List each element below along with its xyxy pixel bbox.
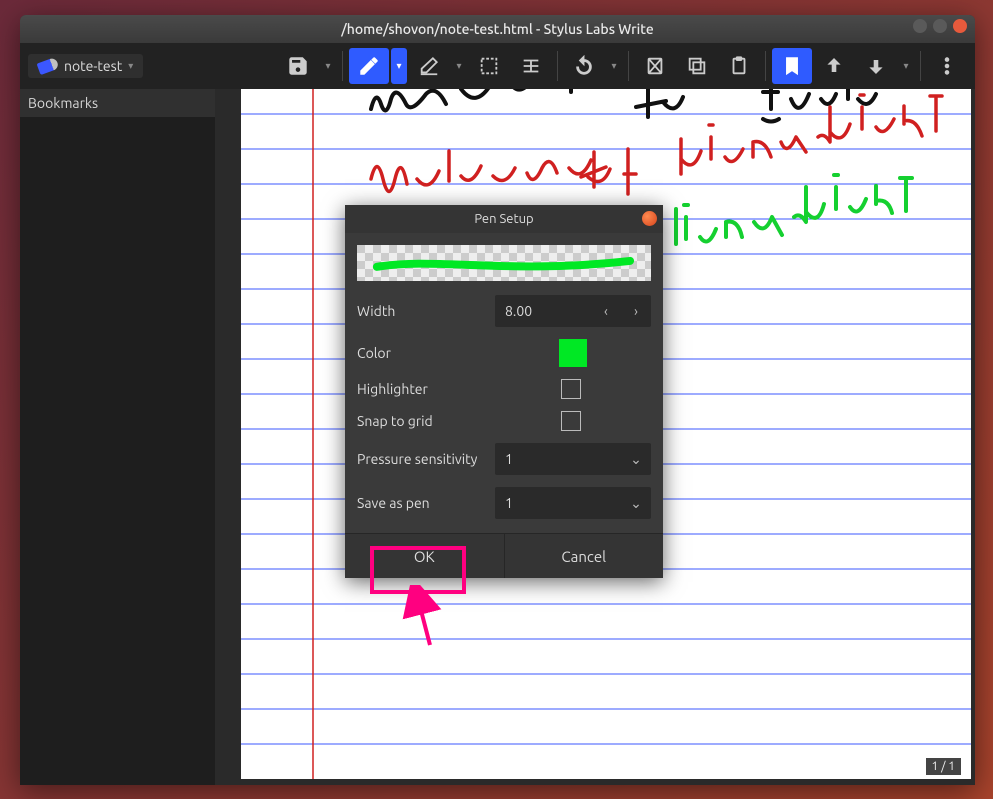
sidebar-resize-handle[interactable]	[215, 89, 239, 785]
paste-button[interactable]	[719, 48, 759, 84]
dialog-titlebar[interactable]: Pen Setup	[345, 205, 663, 233]
saveas-label: Save as pen	[357, 495, 485, 511]
up-button[interactable]	[814, 48, 854, 84]
pen-preview	[357, 245, 651, 281]
snap-label: Snap to grid	[357, 413, 551, 429]
color-swatch[interactable]	[559, 339, 587, 367]
down-dropdown[interactable]: ▾	[898, 48, 914, 84]
document-name: note-test	[64, 58, 122, 74]
menu-button[interactable]	[927, 48, 967, 84]
undo-button[interactable]	[564, 48, 604, 84]
save-button[interactable]	[278, 48, 318, 84]
window-title: /home/shovon/note-test.html - Stylus Lab…	[341, 21, 654, 37]
close-icon[interactable]	[953, 19, 967, 33]
bookmark-button[interactable]	[772, 48, 812, 84]
select-tool-button[interactable]	[469, 48, 509, 84]
pressure-select[interactable]: 1 ⌄	[495, 443, 651, 475]
ok-button[interactable]: OK	[345, 534, 504, 578]
saveas-value: 1	[495, 495, 621, 511]
sidebar-header: Bookmarks	[20, 89, 215, 117]
width-decrement[interactable]: ‹	[591, 303, 621, 319]
dialog-title: Pen Setup	[474, 212, 533, 226]
eraser-dropdown[interactable]: ▾	[451, 48, 467, 84]
chevron-down-icon: ⌄	[621, 451, 651, 468]
chevron-down-icon: ⌄	[621, 495, 651, 512]
cancel-button[interactable]: Cancel	[504, 534, 664, 578]
dialog-close-icon[interactable]	[642, 211, 657, 226]
toolbar: note-test ▾ ▾ ▾ ▾ ▾	[20, 43, 975, 89]
width-value: 8.00	[495, 303, 591, 319]
save-dropdown[interactable]: ▾	[320, 48, 336, 84]
highlighter-checkbox[interactable]	[561, 379, 581, 399]
pen-dropdown[interactable]: ▾	[391, 48, 407, 84]
width-increment[interactable]: ›	[621, 303, 651, 319]
pen-icon	[37, 57, 60, 75]
highlighter-label: Highlighter	[357, 381, 551, 397]
cut-button[interactable]	[635, 48, 675, 84]
redo-dropdown[interactable]: ▾	[606, 48, 622, 84]
dropdown-icon: ▾	[128, 60, 133, 72]
width-label: Width	[357, 303, 485, 319]
page-indicator: 1 / 1	[926, 758, 961, 775]
copy-button[interactable]	[677, 48, 717, 84]
titlebar[interactable]: /home/shovon/note-test.html - Stylus Lab…	[20, 15, 975, 43]
pen-tool-button[interactable]	[349, 48, 389, 84]
insert-space-button[interactable]	[511, 48, 551, 84]
snap-checkbox[interactable]	[561, 411, 581, 431]
sidebar: Bookmarks	[20, 89, 215, 785]
color-label: Color	[357, 345, 549, 361]
width-input[interactable]: 8.00 ‹ ›	[495, 295, 651, 327]
eraser-button[interactable]	[409, 48, 449, 84]
saveas-select[interactable]: 1 ⌄	[495, 487, 651, 519]
bookmarks-list[interactable]	[20, 117, 215, 785]
document-tab[interactable]: note-test ▾	[28, 54, 143, 78]
pen-setup-dialog: Pen Setup Width 8.00 ‹ › Color Highlight…	[345, 205, 663, 578]
down-button[interactable]	[856, 48, 896, 84]
maximize-icon[interactable]	[933, 19, 947, 33]
minimize-icon[interactable]	[913, 19, 927, 33]
pressure-label: Pressure sensitivity	[357, 451, 485, 467]
pressure-value: 1	[495, 451, 621, 467]
